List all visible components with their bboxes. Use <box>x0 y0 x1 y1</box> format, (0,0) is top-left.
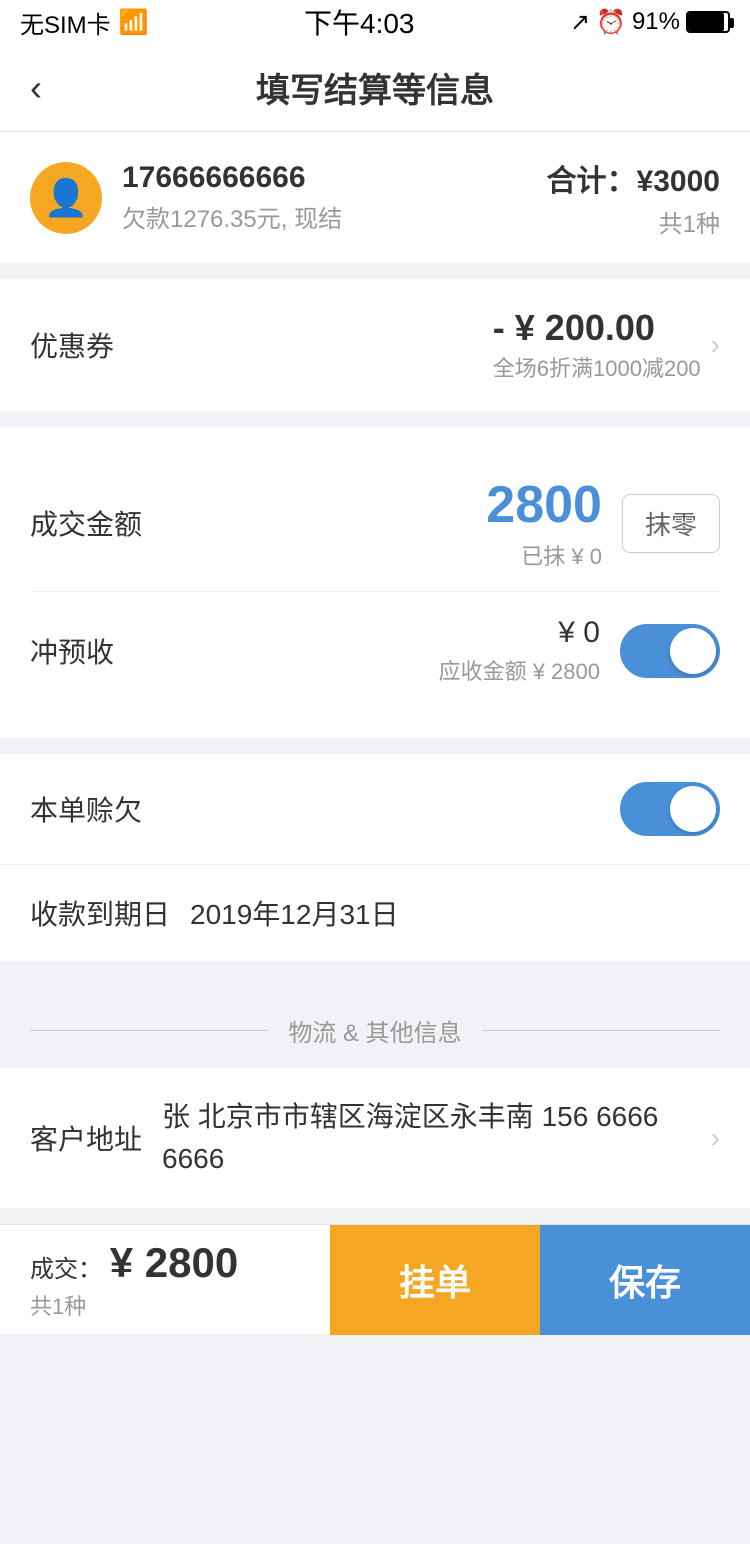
coupon-chevron-icon: › <box>711 329 720 361</box>
coupon-amount: - ¥ 200.00 <box>493 307 701 349</box>
address-label: 客户地址 <box>30 1118 142 1158</box>
wifi-icon: 📶 <box>119 8 149 37</box>
back-button[interactable]: ‹ <box>30 57 52 119</box>
round-zero-button[interactable]: 抹零 <box>622 494 720 553</box>
total-amount: 合计：¥3000 <box>547 156 720 200</box>
pre-receive-sub: 应收金额 ¥ 2800 <box>439 654 600 686</box>
pre-receive-value-group: ¥ 0 应收金额 ¥ 2800 <box>439 616 600 686</box>
carrier-text: 无SIM卡 <box>20 5 111 40</box>
user-phone: 17666666666 <box>122 161 342 195</box>
bottom-summary: 成交： ¥ 2800 共1种 <box>0 1239 330 1321</box>
logistics-label: 物流 & 其他信息 <box>288 1013 461 1048</box>
user-info-row: 👤 17666666666 欠款1276.35元, 现结 合计：¥3000 共1… <box>0 132 750 263</box>
status-left: 无SIM卡 📶 <box>20 5 149 40</box>
separator-1 <box>0 738 750 754</box>
amount-number-group: 2800 已抹 ¥ 0 <box>486 475 602 571</box>
coupon-info: - ¥ 200.00 全场6折满1000减200 <box>493 307 701 383</box>
coupon-label: 优惠券 <box>30 325 114 365</box>
amount-label: 成交金额 <box>30 503 142 543</box>
address-row[interactable]: 客户地址 张 北京市市辖区海淀区永丰南 156 6666 6666 › <box>0 1068 750 1208</box>
user-details: 17666666666 欠款1276.35元, 现结 <box>122 161 342 234</box>
status-right: ↗ ⏰ 91% <box>570 8 730 37</box>
debt-label: 本单赊欠 <box>30 789 142 829</box>
separator-2 <box>0 977 750 993</box>
pre-receive-right: ¥ 0 应收金额 ¥ 2800 <box>439 616 720 686</box>
battery-icon <box>686 11 730 33</box>
pre-receive-row: 冲预收 ¥ 0 应收金额 ¥ 2800 <box>30 591 720 710</box>
nav-bar: ‹ 填写结算等信息 <box>0 44 750 132</box>
alarm-icon: ⏰ <box>596 8 626 37</box>
divider-line-left <box>30 1030 268 1031</box>
bottom-summary-line1: 成交： ¥ 2800 <box>30 1239 300 1287</box>
location-icon: ↗ <box>570 8 590 37</box>
battery-percent: 91% <box>632 8 680 36</box>
amount-row: 成交金额 2800 已抹 ¥ 0 抹零 <box>30 455 720 591</box>
user-total: 合计：¥3000 共1种 <box>547 156 720 239</box>
amount-section: 成交金额 2800 已抹 ¥ 0 抹零 冲预收 ¥ 0 应收金额 ¥ 2800 <box>0 427 750 738</box>
amount-sub: 已抹 ¥ 0 <box>486 539 602 571</box>
bottom-count: 共1种 <box>30 1289 300 1321</box>
status-bar: 无SIM卡 📶 下午4:03 ↗ ⏰ 91% <box>0 0 750 44</box>
coupon-right: - ¥ 200.00 全场6折满1000减200 › <box>493 307 720 383</box>
debt-row: 本单赊欠 <box>0 754 750 864</box>
due-date-label: 收款到期日 <box>30 893 170 933</box>
logistics-divider: 物流 & 其他信息 <box>0 993 750 1068</box>
coupon-desc: 全场6折满1000减200 <box>493 351 701 383</box>
hang-order-button[interactable]: 挂单 <box>330 1225 540 1335</box>
bottom-amount: ¥ 2800 <box>110 1239 238 1286</box>
user-left: 👤 17666666666 欠款1276.35元, 现结 <box>30 161 342 234</box>
address-content: 张 北京市市辖区海淀区永丰南 156 6666 6666 <box>162 1096 711 1180</box>
debt-toggle[interactable] <box>620 782 720 836</box>
address-chevron-icon: › <box>711 1122 720 1154</box>
pre-receive-toggle[interactable] <box>620 624 720 678</box>
avatar: 👤 <box>30 162 102 234</box>
coupon-row[interactable]: 优惠券 - ¥ 200.00 全场6折满1000减200 › <box>0 279 750 411</box>
page-title: 填写结算等信息 <box>256 63 494 112</box>
amount-value-group: 2800 已抹 ¥ 0 抹零 <box>486 475 720 571</box>
user-debt: 欠款1276.35元, 现结 <box>122 199 342 234</box>
pre-receive-label: 冲预收 <box>30 631 114 671</box>
avatar-icon: 👤 <box>44 177 89 219</box>
item-count: 共1种 <box>547 204 720 239</box>
status-time: 下午4:03 <box>304 2 415 42</box>
divider-line-right <box>482 1030 720 1031</box>
bottom-bar: 成交： ¥ 2800 共1种 挂单 保存 <box>0 1224 750 1334</box>
debt-section: 本单赊欠 收款到期日 2019年12月31日 <box>0 754 750 961</box>
pre-receive-value: ¥ 0 <box>439 616 600 650</box>
save-button[interactable]: 保存 <box>540 1225 750 1335</box>
due-date-value: 2019年12月31日 <box>190 893 399 933</box>
bottom-label: 成交： <box>30 1256 102 1283</box>
due-date-row: 收款到期日 2019年12月31日 <box>0 864 750 961</box>
amount-value: 2800 <box>486 475 602 535</box>
